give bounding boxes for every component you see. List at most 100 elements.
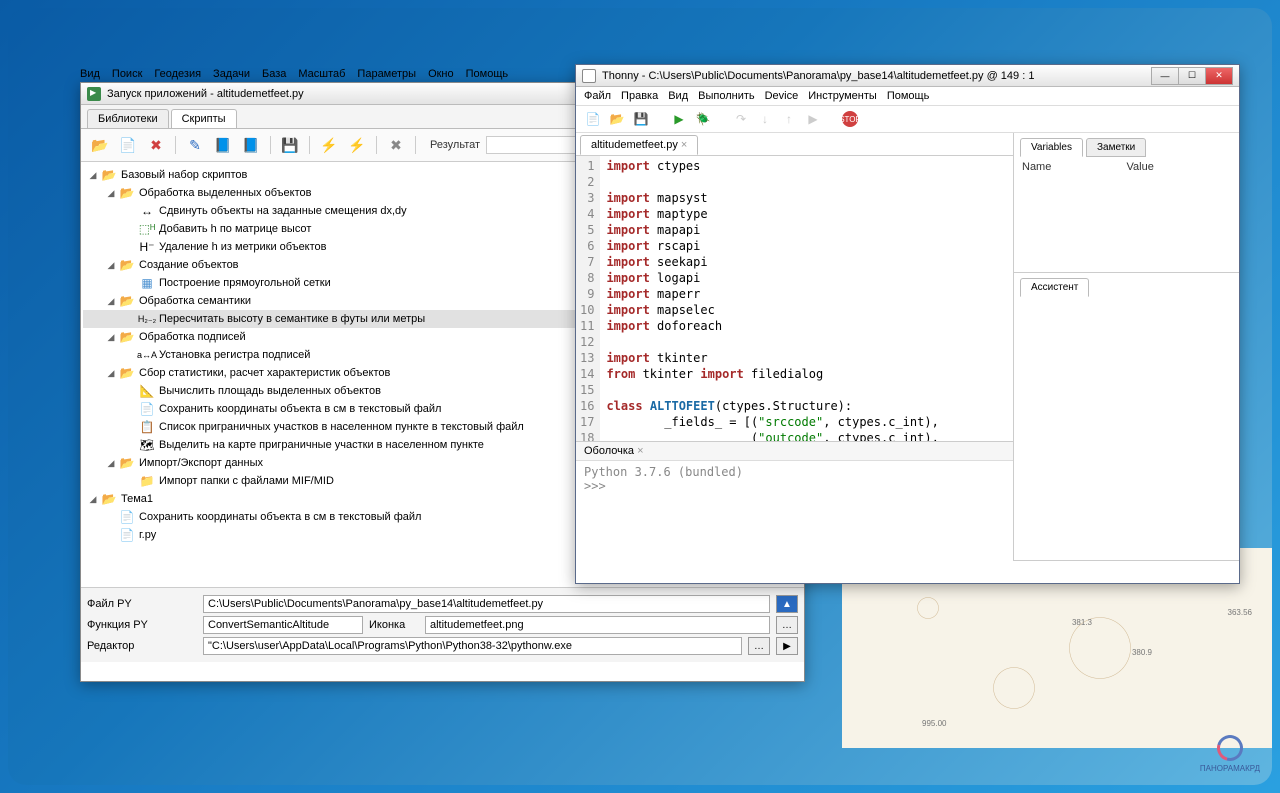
- icon-input[interactable]: [425, 616, 770, 634]
- editor-input[interactable]: [203, 637, 742, 655]
- script-icon: ↔: [139, 204, 155, 218]
- script-icon: ⬚ᴴ: [139, 222, 155, 236]
- func-py-input[interactable]: [203, 616, 363, 634]
- thonny-toolbar: 📄 📂 💾 ▶ 🪲 ↷ ↓ ↑ ▶ STOP: [576, 106, 1239, 133]
- menu-item[interactable]: Device: [765, 90, 799, 102]
- tree-item[interactable]: Удаление h из метрики объектов: [159, 241, 327, 253]
- tree-group[interactable]: Обработка семантики: [139, 295, 251, 307]
- menu-item[interactable]: Масштаб: [298, 68, 345, 80]
- folder-open-icon: 📂: [101, 168, 117, 182]
- file-picker-button[interactable]: ▲: [776, 595, 798, 613]
- menu-item[interactable]: Вид: [668, 90, 688, 102]
- tree-item[interactable]: Сохранить координаты объекта в см в текс…: [139, 511, 421, 523]
- tab-scripts[interactable]: Скрипты: [171, 109, 237, 128]
- menu-item[interactable]: Параметры: [357, 68, 416, 80]
- notes-tab[interactable]: Заметки: [1086, 138, 1146, 157]
- editor-run-button[interactable]: ▶: [776, 637, 798, 655]
- step-out-icon[interactable]: ↑: [780, 110, 798, 128]
- tree-root[interactable]: Базовый набор скриптов: [121, 169, 247, 181]
- shell-tab[interactable]: Оболочка: [584, 445, 634, 457]
- menu-item[interactable]: База: [262, 68, 286, 80]
- python-version: Python 3.7.6 (bundled): [584, 465, 1005, 479]
- menu-item[interactable]: Правка: [621, 90, 658, 102]
- menu-item[interactable]: Вид: [80, 68, 100, 80]
- editor-label: Редактор: [87, 640, 197, 652]
- tab-close-icon[interactable]: ×: [681, 139, 687, 151]
- tree-item[interactable]: Добавить h по матрице высот: [159, 223, 311, 235]
- variables-tab[interactable]: Variables: [1020, 138, 1083, 157]
- menu-item[interactable]: Помощь: [466, 68, 509, 80]
- code-editor[interactable]: 12345678910111213141516171819 import cty…: [576, 156, 1013, 441]
- save-file-icon[interactable]: 💾: [632, 110, 650, 128]
- tree-item[interactable]: Построение прямоугольной сетки: [159, 277, 331, 289]
- menu-item[interactable]: Геодезия: [154, 68, 201, 80]
- shell-prompt: >>>: [584, 479, 1005, 493]
- open-file-icon[interactable]: 📂: [608, 110, 626, 128]
- tree-item[interactable]: Список приграничных участков в населенно…: [159, 421, 524, 433]
- tree-item[interactable]: Вычислить площадь выделенных объектов: [159, 385, 381, 397]
- brand-logo: ПАНОРАМАКРД: [1200, 735, 1260, 773]
- stop-icon[interactable]: STOP: [842, 111, 858, 127]
- menu-item[interactable]: Поиск: [112, 68, 142, 80]
- script-icon[interactable]: 📘: [212, 134, 234, 156]
- menu-item[interactable]: Выполнить: [698, 90, 754, 102]
- script2-icon[interactable]: 📘: [240, 134, 262, 156]
- step-over-icon[interactable]: ↷: [732, 110, 750, 128]
- delete-py-icon[interactable]: ✖: [145, 134, 167, 156]
- tree-item[interactable]: Выделить на карте приграничные участки в…: [159, 439, 484, 451]
- result-label: Результат: [430, 139, 480, 151]
- menu-item[interactable]: Файл: [584, 90, 611, 102]
- run2-icon[interactable]: ⚡: [346, 134, 368, 156]
- map-label: 380.9: [1132, 648, 1152, 657]
- debug-icon[interactable]: 🪲: [694, 110, 712, 128]
- icon-label: Иконка: [369, 619, 419, 631]
- editor-picker-button[interactable]: …: [748, 637, 770, 655]
- new-file-icon[interactable]: 📄: [584, 110, 602, 128]
- step-into-icon[interactable]: ↓: [756, 110, 774, 128]
- tree-group[interactable]: Обработка подписей: [139, 331, 246, 343]
- save-icon[interactable]: 💾: [279, 134, 301, 156]
- py-file-icon: 📄: [119, 528, 135, 542]
- select-icon: 🗺: [139, 438, 155, 452]
- script-icon: H⁻: [139, 240, 155, 254]
- edit-icon[interactable]: ✎: [184, 134, 206, 156]
- convert-icon: H₂₋₂: [139, 312, 155, 326]
- tree-item[interactable]: Сдвинуть объекты на заданные смещения dx…: [159, 205, 407, 217]
- tree-group[interactable]: Тема1: [121, 493, 153, 505]
- assistant-tab[interactable]: Ассистент: [1020, 278, 1089, 297]
- file-py-input[interactable]: [203, 595, 770, 613]
- tree-group[interactable]: Сбор статистики, расчет характеристик об…: [139, 367, 390, 379]
- menu-item[interactable]: Помощь: [887, 90, 930, 102]
- stop-icon[interactable]: ✖: [385, 134, 407, 156]
- maximize-button[interactable]: ☐: [1178, 67, 1206, 85]
- menu-item[interactable]: Инструменты: [808, 90, 877, 102]
- close-button[interactable]: ✕: [1205, 67, 1233, 85]
- tree-group[interactable]: Импорт/Экспорт данных: [139, 457, 263, 469]
- case-icon: a↔A: [139, 348, 155, 362]
- tree-group[interactable]: Создание объектов: [139, 259, 239, 271]
- icon-picker-button[interactable]: …: [776, 616, 798, 634]
- file-py-label: Файл PY: [87, 598, 197, 610]
- tree-item[interactable]: г.ру: [139, 529, 156, 541]
- folder-open-icon: 📂: [119, 456, 135, 470]
- new-py-icon[interactable]: 📄: [117, 134, 139, 156]
- menu-item[interactable]: Окно: [428, 68, 454, 80]
- tree-item[interactable]: Сохранить координаты объекта в см в текс…: [159, 403, 441, 415]
- main-menu: Вид Поиск Геодезия Задачи База Масштаб П…: [80, 68, 508, 80]
- run-icon[interactable]: ▶: [670, 110, 688, 128]
- thonny-window: Thonny - C:\Users\Public\Documents\Panor…: [575, 64, 1240, 584]
- open-folder-icon[interactable]: 📂: [89, 134, 111, 156]
- menu-item[interactable]: Задачи: [213, 68, 250, 80]
- tree-item-selected[interactable]: Пересчитать высоту в семантике в футы ил…: [159, 313, 425, 325]
- shell-body[interactable]: Python 3.7.6 (bundled) >>>: [576, 461, 1013, 561]
- tab-libraries[interactable]: Библиотеки: [87, 109, 169, 128]
- thonny-titlebar[interactable]: Thonny - C:\Users\Public\Documents\Panor…: [576, 65, 1239, 87]
- tree-item[interactable]: Импорт папки с файлами MIF/MID: [159, 475, 334, 487]
- minimize-button[interactable]: —: [1151, 67, 1179, 85]
- editor-tab[interactable]: altitudemetfeet.py ×: [580, 135, 698, 155]
- tree-group[interactable]: Обработка выделенных объектов: [139, 187, 311, 199]
- run-icon[interactable]: ⚡: [318, 134, 340, 156]
- resume-icon[interactable]: ▶: [804, 110, 822, 128]
- tree-item[interactable]: Установка регистра подписей: [159, 349, 310, 361]
- thonny-menu: Файл Правка Вид Выполнить Device Инструм…: [576, 87, 1239, 106]
